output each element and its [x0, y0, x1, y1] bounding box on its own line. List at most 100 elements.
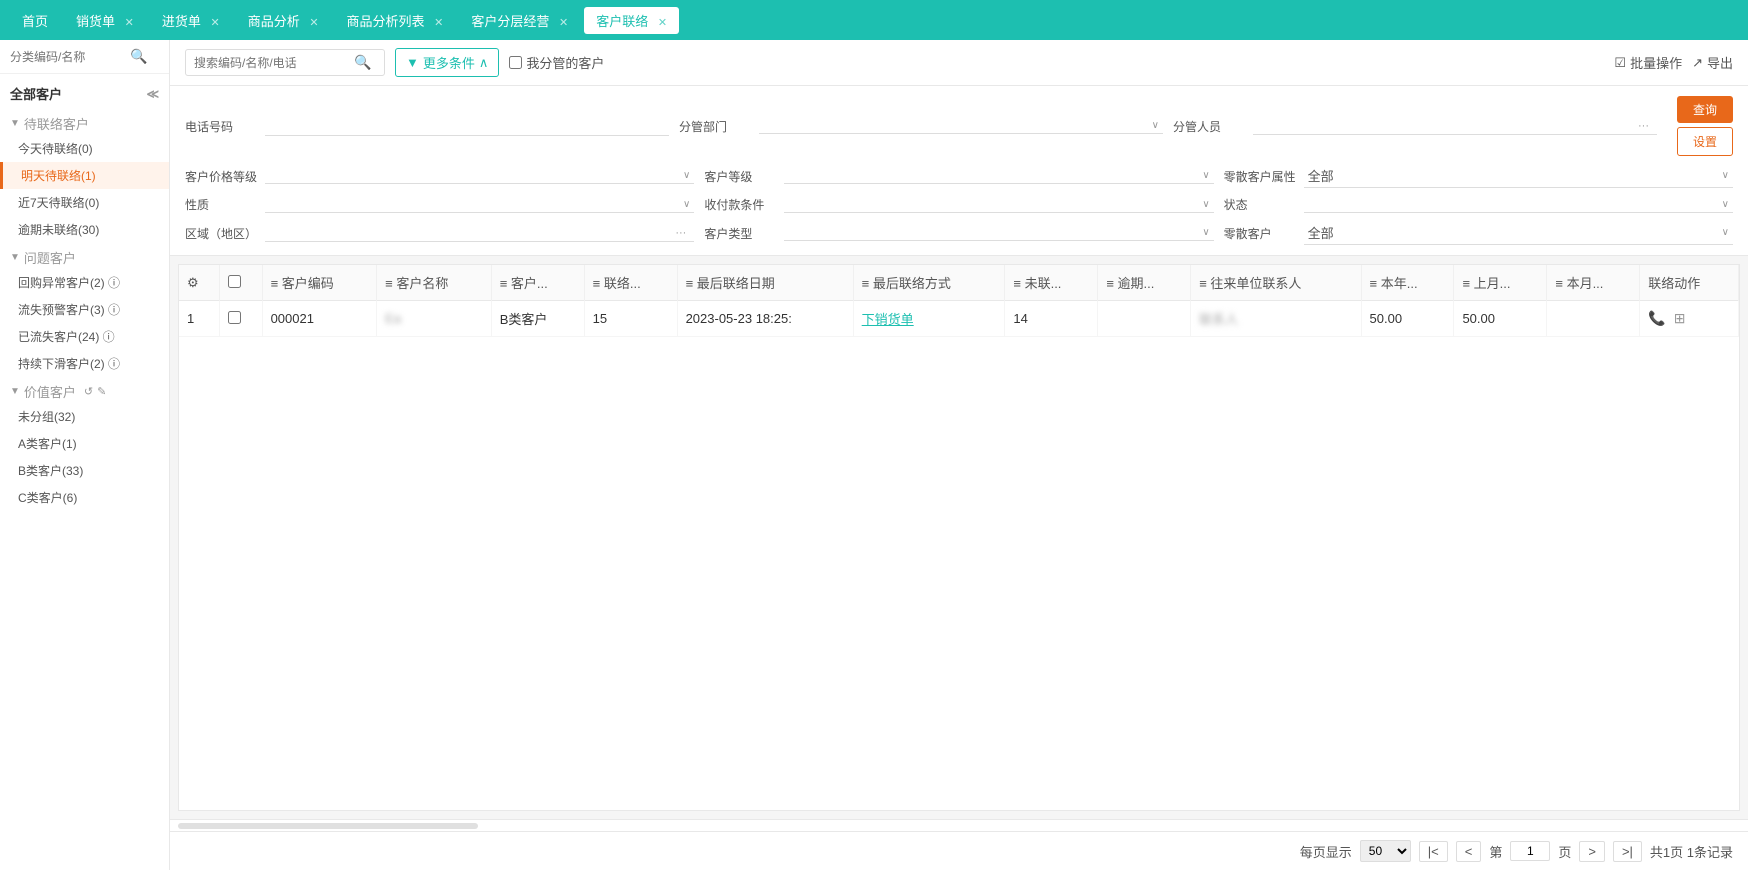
filter-customer-level-select[interactable]: ∨ [784, 168, 1213, 184]
col-settings[interactable]: ⚙ [179, 265, 219, 301]
sidebar-item-declining[interactable]: 持续下滑客户(2) ⓘ [0, 350, 169, 377]
close-customer-contact-icon[interactable]: ✕ [658, 17, 667, 29]
prev-page-button[interactable]: < [1456, 841, 1482, 862]
filter-region-more-icon[interactable]: ··· [671, 227, 690, 239]
nav-purchase-order[interactable]: 进货单 ✕ [150, 7, 232, 34]
cell-type: B类客户 [491, 301, 584, 337]
col-name-label: ≡ 客户名称 [385, 276, 448, 291]
sidebar-item-b-class[interactable]: B类客户(33) [0, 457, 169, 484]
sidebar-item-overdue-contact[interactable]: 逾期未联络(30) [0, 216, 169, 243]
col-person-label: ≡ 往来单位联系人 [1199, 276, 1301, 291]
row-checkbox[interactable] [228, 311, 241, 324]
sidebar-item-ungrouped[interactable]: 未分组(32) [0, 403, 169, 430]
query-button[interactable]: 查询 [1677, 96, 1733, 123]
my-customers-checkbox-label[interactable]: 我分管的客户 [509, 53, 604, 72]
group-problem-customers[interactable]: ▼ 问题客户 [0, 243, 169, 269]
last-contact-method-link[interactable]: 下销货单 [862, 312, 914, 327]
filter-retail-customer-chevron-icon: ∨ [1722, 227, 1729, 238]
main-layout: 🔍 全部客户 ≪ ▼ 待联络客户 今天待联络(0) 明天待联络(1) 近7天待联… [0, 40, 1748, 870]
horizontal-scrollbar[interactable] [178, 823, 478, 829]
sidebar-item-c-class[interactable]: C类客户(6) [0, 484, 169, 511]
filter-row-4: 区域（地区） ··· 客户类型 ∨ 零散客户 全部 [185, 221, 1733, 245]
col-method-label: ≡ 最后联络方式 [862, 276, 951, 291]
close-product-analysis-icon[interactable]: ✕ [309, 17, 318, 29]
sidebar-item-repurchase-anomaly[interactable]: 回购异常客户(2) ⓘ [0, 269, 169, 296]
sidebar-item-7day-contact[interactable]: 近7天待联络(0) [0, 189, 169, 216]
batch-ops-button[interactable]: ☑ 批量操作 [1614, 53, 1682, 72]
cell-contact-person: 联系人 [1191, 301, 1361, 337]
my-customers-checkbox[interactable] [509, 56, 522, 69]
filter-person-more-icon[interactable]: ··· [1634, 120, 1653, 132]
first-page-button[interactable]: |< [1419, 841, 1448, 862]
nav-product-analysis-list[interactable]: 商品分析列表 ✕ [335, 7, 456, 34]
cell-checkbox [219, 301, 262, 337]
sidebar-search-input[interactable] [10, 50, 130, 64]
all-customers-label: 全部客户 [10, 84, 62, 103]
filter-btn-label: 更多条件 [423, 53, 475, 72]
filter-customer-type-select[interactable]: ∨ [784, 225, 1213, 241]
col-uncontacted-label: ≡ 未联... [1013, 276, 1061, 291]
refresh-icon[interactable]: ↺ [84, 385, 93, 398]
filter-price-level-chevron-icon: ∨ [683, 170, 690, 181]
search-input[interactable] [194, 56, 354, 70]
last-page-button[interactable]: >| [1613, 841, 1642, 862]
sidebar-search-area: 🔍 [0, 40, 169, 74]
sidebar-item-a-class[interactable]: A类客户(1) [0, 430, 169, 457]
export-button[interactable]: ↗ 导出 [1692, 53, 1733, 72]
next-page-button[interactable]: > [1579, 841, 1605, 862]
all-customers-header[interactable]: 全部客户 ≪ [0, 78, 169, 109]
filter-price-level-select[interactable]: ∨ [265, 168, 694, 184]
nav-home[interactable]: 首页 [10, 7, 60, 34]
filter-nature: 性质 ∨ [185, 196, 694, 213]
edit-value-icon[interactable]: ✎ [97, 385, 106, 398]
filter-chevron-icon: ∧ [479, 55, 489, 71]
group-pending-contact[interactable]: ▼ 待联络客户 [0, 109, 169, 135]
filter-person-select[interactable]: ··· [1253, 118, 1657, 135]
search-icon[interactable]: 🔍 [354, 54, 371, 71]
group-value-customers[interactable]: ▼ 价值客户 ↺ ✎ [0, 377, 169, 403]
action-phone-icon[interactable]: 📞 [1648, 310, 1665, 327]
nav-sales-order[interactable]: 销货单 ✕ [64, 7, 146, 34]
filter-phone-input[interactable] [265, 117, 669, 136]
filter-nature-select[interactable]: ∨ [265, 197, 694, 213]
value-customers-label: 价值客户 [24, 382, 76, 401]
page-number-input[interactable] [1510, 841, 1550, 861]
sidebar-item-churned[interactable]: 已流失客户(24) ⓘ [0, 323, 169, 350]
sidebar-item-churn-warning[interactable]: 流失预警客户(3) ⓘ [0, 296, 169, 323]
action-more-icon[interactable]: ⊞ [1674, 310, 1686, 327]
filter-payment-select[interactable]: ∨ [784, 197, 1213, 213]
pending-contact-label: 待联络客户 [24, 114, 89, 133]
close-sales-order-icon[interactable]: ✕ [125, 17, 134, 29]
nav-customer-layering[interactable]: 客户分层经营 ✕ [459, 7, 580, 34]
col-code-label: ≡ 客户编码 [271, 276, 334, 291]
filter-dept-select[interactable]: ∨ [759, 118, 1163, 134]
col-last-contact-method: ≡ 最后联络方式 [853, 265, 1005, 301]
table-header-row: ⚙ ≡ 客户编码 ≡ 客户名称 ≡ 客户... ≡ 联络... ≡ 最后联络日期… [179, 265, 1739, 301]
filter-retail-customer-label: 零散客户 [1224, 225, 1304, 242]
per-page-select[interactable]: 50 100 200 [1360, 840, 1411, 862]
collapse-sidebar-icon[interactable]: ≪ [146, 87, 159, 101]
filter-status: 状态 ∨ [1224, 196, 1733, 213]
sidebar-item-today-contact[interactable]: 今天待联络(0) [0, 135, 169, 162]
filter-dept-chevron-icon: ∨ [1152, 120, 1159, 131]
close-purchase-order-icon[interactable]: ✕ [210, 17, 219, 29]
sidebar-search-icon[interactable]: 🔍 [130, 48, 147, 65]
filter-retail-attr-select[interactable]: 全部 ∨ [1304, 164, 1733, 188]
filter-retail-customer-select[interactable]: 全部 ∨ [1304, 221, 1733, 245]
filter-status-select[interactable]: ∨ [1304, 197, 1733, 213]
col-contact-count-label: ≡ 联络... [593, 276, 641, 291]
sidebar-item-tomorrow-contact[interactable]: 明天待联络(1) [0, 162, 169, 189]
close-product-analysis-list-icon[interactable]: ✕ [434, 17, 443, 29]
nav-product-analysis[interactable]: 商品分析 ✕ [236, 7, 331, 34]
col-type-label: ≡ 客户... [500, 276, 548, 291]
nav-customer-contact[interactable]: 客户联络 ✕ [584, 7, 679, 34]
filter-region-select[interactable]: ··· [265, 225, 694, 242]
filter-retail-customer: 零散客户 全部 ∨ [1224, 221, 1733, 245]
cell-overdue [1098, 301, 1191, 337]
filter-customer-type: 客户类型 ∨ [704, 225, 1213, 242]
settings-button[interactable]: 设置 [1677, 127, 1733, 156]
select-all-checkbox[interactable] [228, 275, 241, 288]
cell-last-method: 下销货单 [853, 301, 1005, 337]
more-filter-button[interactable]: ▼ 更多条件 ∧ [395, 48, 499, 77]
close-customer-layering-icon[interactable]: ✕ [559, 17, 568, 29]
